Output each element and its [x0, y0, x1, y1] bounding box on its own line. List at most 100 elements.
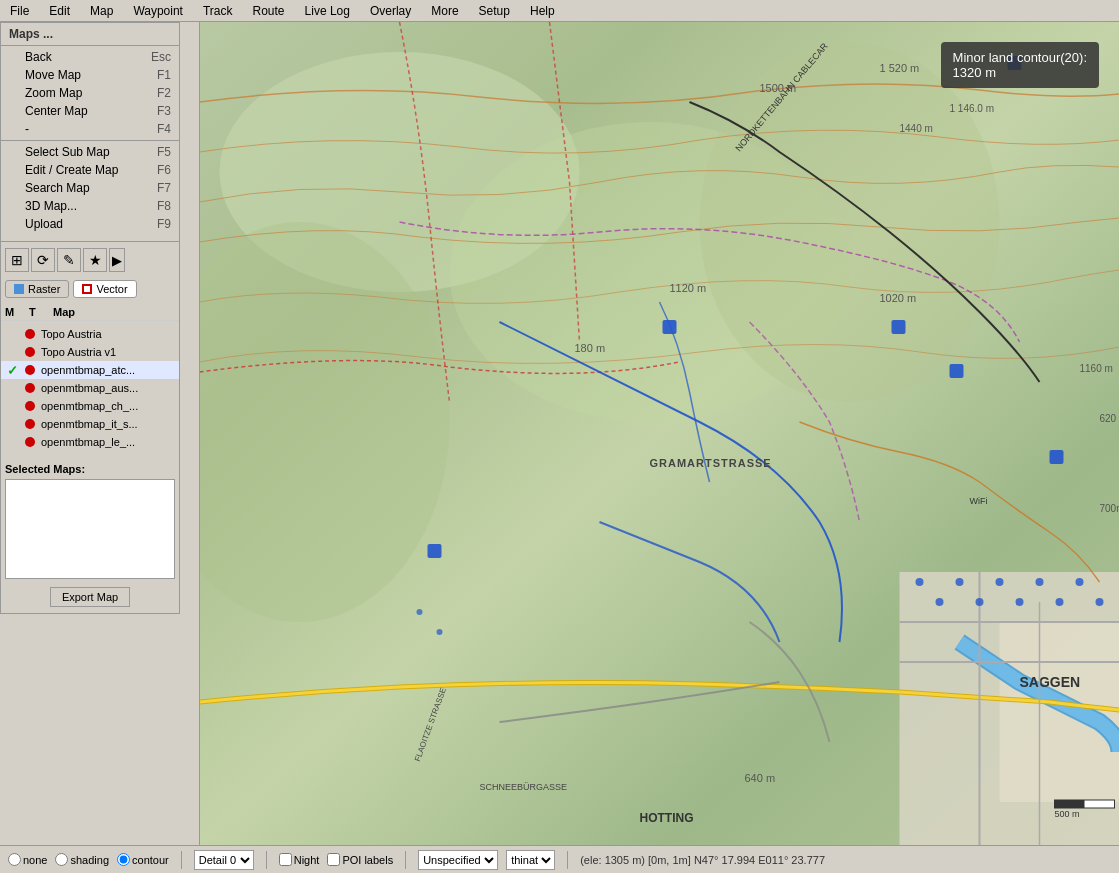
svg-rect-32 [428, 544, 442, 558]
dropdown-back[interactable]: BackEsc [1, 48, 179, 66]
svg-rect-36 [1055, 800, 1085, 808]
svg-text:1 146.0 m: 1 146.0 m [950, 103, 994, 114]
separator-2 [266, 851, 267, 869]
night-checkbox-label[interactable]: Night [279, 853, 320, 866]
svg-text:500 m: 500 m [1055, 809, 1080, 819]
separator-3 [405, 851, 406, 869]
dropdown-separator-1 [1, 45, 179, 46]
dropdown-search-map[interactable]: Search MapF7 [1, 179, 179, 197]
menu-waypoint[interactable]: Waypoint [127, 2, 189, 20]
selected-maps-box [5, 479, 175, 579]
col-t-header: T [29, 306, 45, 318]
svg-point-4 [700, 42, 1000, 402]
map-area[interactable]: 1 520 m 1500 m 1440 m 1 146.0 m 1120 m 1… [200, 22, 1119, 845]
vector-icon [82, 284, 92, 294]
menu-help[interactable]: Help [524, 2, 561, 20]
svg-text:1020 m: 1020 m [880, 292, 917, 304]
dropdown-edit-create[interactable]: Edit / Create MapF6 [1, 161, 179, 179]
map-list-header: M T Map [1, 304, 179, 321]
svg-text:700m: 700m [1100, 503, 1120, 514]
toolbar-edit-btn[interactable]: ✎ [57, 248, 81, 272]
menu-file[interactable]: File [4, 2, 35, 20]
map-type-1 [23, 345, 37, 359]
map-type-4 [23, 399, 37, 413]
menu-setup[interactable]: Setup [473, 2, 516, 20]
map-name-1: Topo Austria v1 [41, 346, 175, 358]
profile-select[interactable]: thinat [506, 850, 555, 870]
menu-map[interactable]: Map [84, 2, 119, 20]
dropdown-zoom-map[interactable]: Zoom MapF2 [1, 84, 179, 102]
svg-point-53 [1096, 598, 1104, 606]
svg-text:SCHNEEBÜRGASSE: SCHNEEBÜRGASSE [480, 782, 568, 792]
toolbar-grid-btn[interactable]: ⊞ [5, 248, 29, 272]
map-name-6: openmtbmap_le_... [41, 436, 175, 448]
dropdown-f4[interactable]: -F4 [1, 120, 179, 138]
map-check-4 [5, 399, 19, 413]
toolbar-refresh-btn[interactable]: ⟳ [31, 248, 55, 272]
toolbar-star-btn[interactable]: ★ [83, 248, 107, 272]
export-map-button[interactable]: Export Map [50, 587, 130, 607]
svg-text:180 m: 180 m [575, 342, 606, 354]
coord-info: (ele: 1305 m) [0m, 1m] N47° 17.994 E011°… [580, 854, 825, 866]
dropdown-select-sub[interactable]: Select Sub MapF5 [1, 143, 179, 161]
tab-raster[interactable]: Raster [5, 280, 69, 298]
radio-shading[interactable]: shading [55, 853, 109, 866]
tooltip-value: 1320 m [953, 65, 1087, 80]
map-check-3 [5, 381, 19, 395]
maps-dropdown-header: Maps ... [1, 25, 179, 43]
tab-vector[interactable]: Vector [73, 280, 136, 298]
menu-more[interactable]: More [425, 2, 464, 20]
poi-checkbox[interactable] [327, 853, 340, 866]
svg-text:HOTTING: HOTTING [640, 811, 694, 825]
map-check-6 [5, 435, 19, 449]
menu-livelog[interactable]: Live Log [299, 2, 356, 20]
map-tooltip: Minor land contour(20): 1320 m [941, 42, 1099, 88]
svg-rect-29 [663, 320, 677, 334]
map-name-4: openmtbmap_ch_... [41, 400, 175, 412]
map-row-3[interactable]: openmtbmap_aus... [1, 379, 179, 397]
map-row-4[interactable]: openmtbmap_ch_... [1, 397, 179, 415]
menu-track[interactable]: Track [197, 2, 239, 20]
svg-text:640 m: 640 m [745, 772, 776, 784]
svg-point-52 [1076, 578, 1084, 586]
svg-point-55 [437, 629, 443, 635]
unspecified-select[interactable]: Unspecified [418, 850, 498, 870]
dropdown-3d-map[interactable]: 3D Map...F8 [1, 197, 179, 215]
map-row-1[interactable]: Topo Austria v1 [1, 343, 179, 361]
map-row-0[interactable]: Topo Austria [1, 325, 179, 343]
map-row-5[interactable]: openmtbmap_it_s... [1, 415, 179, 433]
map-row-2[interactable]: ✓ openmtbmap_atc... [1, 361, 179, 379]
menu-edit[interactable]: Edit [43, 2, 76, 20]
dropdown-separator-2 [1, 140, 179, 141]
svg-point-46 [956, 578, 964, 586]
svg-point-51 [1056, 598, 1064, 606]
menu-overlay[interactable]: Overlay [364, 2, 417, 20]
selected-maps-label: Selected Maps: [5, 463, 175, 475]
poi-checkbox-label[interactable]: POI labels [327, 853, 393, 866]
radio-contour-label: contour [132, 854, 169, 866]
map-type-2 [23, 363, 37, 377]
col-m-header: M [5, 306, 21, 318]
toolbar-arrow-btn[interactable]: ▶ [109, 248, 125, 272]
radio-contour-input[interactable] [117, 853, 130, 866]
dropdown-move-map[interactable]: Move MapF1 [1, 66, 179, 84]
radio-contour[interactable]: contour [117, 853, 169, 866]
map-toolbar: ⊞ ⟳ ✎ ★ ▶ [1, 246, 179, 274]
map-check-0 [5, 327, 19, 341]
dropdown-center-map[interactable]: Center MapF3 [1, 102, 179, 120]
radio-shading-input[interactable] [55, 853, 68, 866]
menu-route[interactable]: Route [247, 2, 291, 20]
svg-point-48 [996, 578, 1004, 586]
map-row-6[interactable]: openmtbmap_le_... [1, 433, 179, 451]
svg-text:SAGGEN: SAGGEN [1020, 674, 1081, 690]
radio-none[interactable]: none [8, 853, 47, 866]
radio-none-input[interactable] [8, 853, 21, 866]
map-check-2: ✓ [5, 363, 19, 377]
dropdown-upload[interactable]: UploadF9 [1, 215, 179, 233]
svg-point-49 [1016, 598, 1024, 606]
detail-select[interactable]: Detail 0 Detail 1 Detail 2 Detail 3 Deta… [194, 850, 254, 870]
night-checkbox[interactable] [279, 853, 292, 866]
svg-text:WiFi: WiFi [970, 496, 988, 506]
radio-shading-label: shading [70, 854, 109, 866]
svg-text:1160 m: 1160 m [1080, 363, 1113, 374]
